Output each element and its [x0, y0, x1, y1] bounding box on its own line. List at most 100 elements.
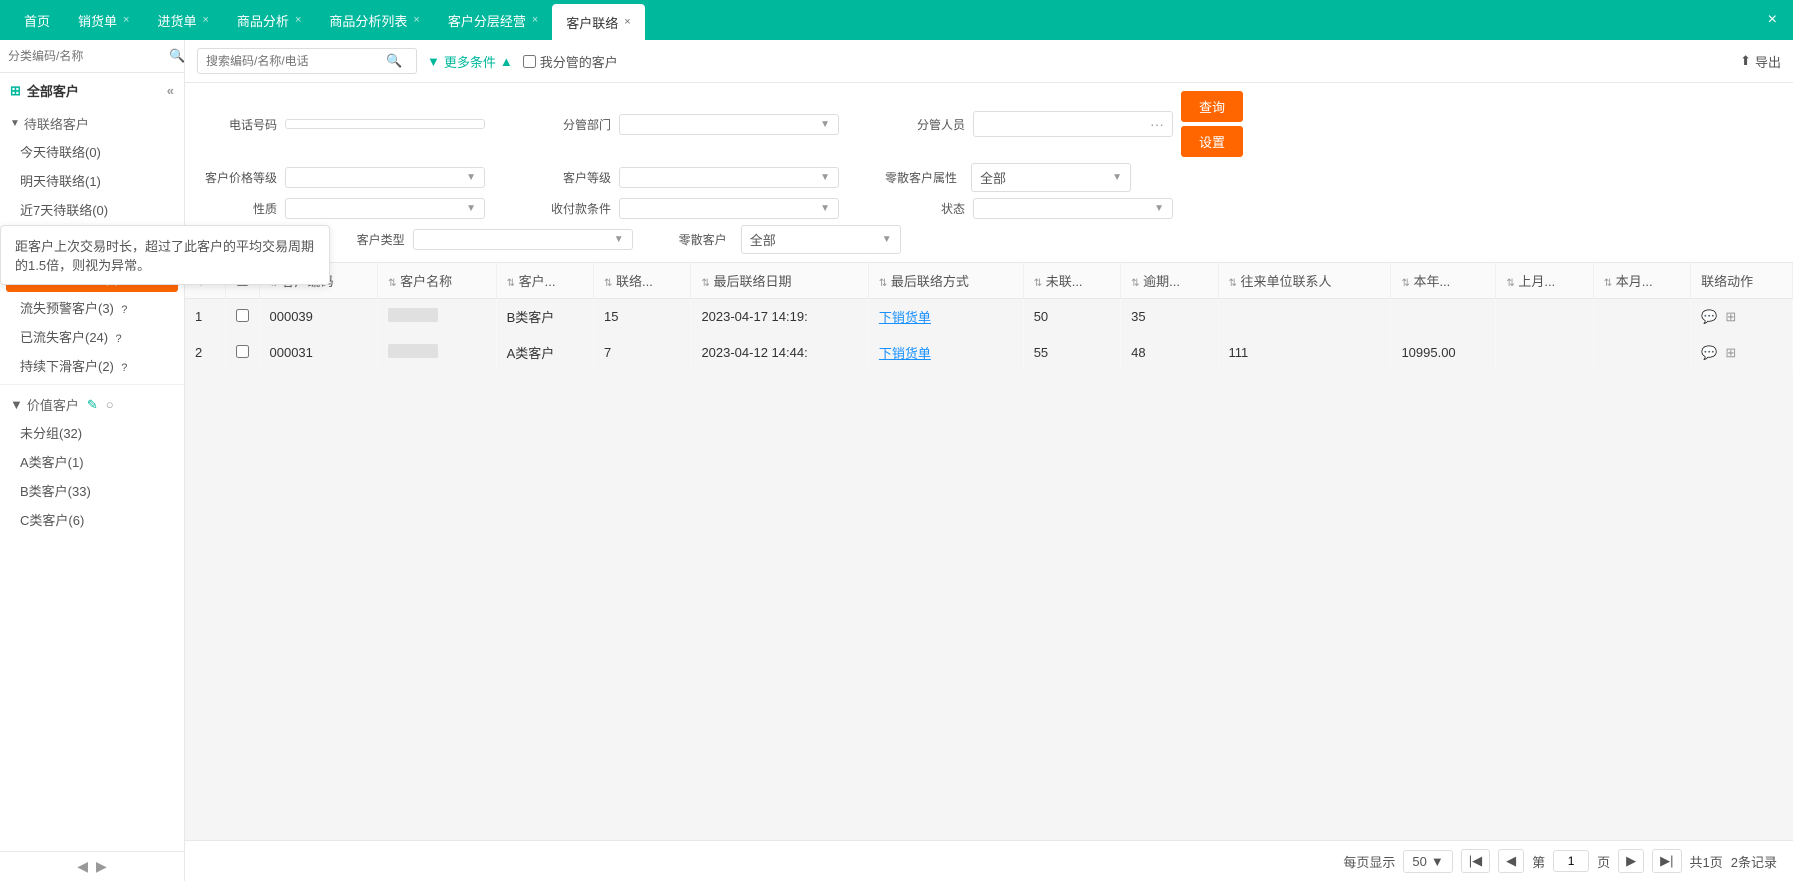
contact-icon[interactable]: 💬	[1701, 309, 1717, 325]
page-size-select[interactable]: 50 ▼	[1403, 850, 1452, 873]
ellipsis-icon[interactable]: ···	[1150, 116, 1164, 132]
pending-contact-group[interactable]: ▼ 待联络客户	[0, 108, 184, 137]
sidebar-item-today[interactable]: 今天待联络(0)	[0, 137, 184, 166]
sidebar-search-bar[interactable]: 🔍	[0, 40, 184, 73]
col-contact-person[interactable]: ⇅ 往来单位联系人	[1218, 263, 1391, 299]
sidebar-bottom-nav: ◀ ▶	[0, 851, 184, 881]
collapse-icon[interactable]: «	[167, 83, 174, 98]
retail-attr-select[interactable]: 全部 ▼	[971, 163, 1131, 192]
customer-grade-select[interactable]: ▼	[619, 167, 839, 188]
search-box[interactable]: 🔍	[197, 48, 417, 74]
search-icon[interactable]: 🔍	[169, 48, 185, 64]
contact-icon[interactable]: 💬	[1701, 345, 1717, 361]
sidebar-item-declining[interactable]: 持续下滑客户(2) ?	[0, 351, 184, 380]
cell-last-contact-method[interactable]: 下销货单	[868, 299, 1023, 335]
table-wrapper[interactable]: ⚙ ⇅ 客户编码 ⇅ 客户名称	[185, 263, 1793, 840]
last-page-button[interactable]: ▶|	[1652, 849, 1681, 873]
col-last-month[interactable]: ⇅ 上月...	[1496, 263, 1593, 299]
cell-index: 2	[185, 335, 225, 371]
price-grade-select[interactable]: ▼	[285, 167, 485, 188]
col-customer-name[interactable]: ⇅ 客户名称	[378, 263, 497, 299]
row-checkbox[interactable]	[236, 309, 249, 322]
query-button[interactable]: 查询	[1181, 91, 1243, 122]
cell-actions[interactable]: 💬 ⊞	[1691, 299, 1793, 335]
sidebar-item-c-class[interactable]: C类客户(6)	[0, 505, 184, 534]
tab-customer-layering[interactable]: 客户分层经营 ×	[434, 0, 552, 40]
sidebar-item-tomorrow[interactable]: 明天待联络(1)	[0, 166, 184, 195]
tab-product-analysis[interactable]: 商品分析 ×	[223, 0, 315, 40]
sort-icon10: ⇅	[1401, 278, 1409, 289]
cell-checkbox[interactable]	[225, 335, 259, 371]
chevron-down-icon: ▼	[1112, 172, 1122, 183]
first-page-button[interactable]: |◀	[1461, 849, 1490, 873]
all-customers-header[interactable]: ⊞ 全部客户 «	[0, 73, 184, 108]
dept-select[interactable]: ▼	[619, 114, 839, 135]
pagination-footer: 每页显示 50 ▼ |◀ ◀ 第 页 ▶ ▶| 共1页 2条记录	[185, 840, 1793, 881]
cell-checkbox[interactable]	[225, 299, 259, 335]
prev-page-button[interactable]: ◀	[1498, 849, 1524, 873]
page-number-input[interactable]	[1553, 850, 1589, 872]
more-action-icon[interactable]: ⊞	[1725, 345, 1736, 361]
close-icon[interactable]: ×	[123, 14, 129, 26]
table-row: 2 000031 A类客户 7 2023-04-12 14:44: 下销货单 5…	[185, 335, 1793, 371]
close-icon[interactable]: ×	[532, 14, 538, 26]
gender-select[interactable]: ▼	[285, 198, 485, 219]
phone-input[interactable]	[285, 119, 485, 129]
cell-this-month	[1593, 335, 1690, 371]
arrow-left-icon[interactable]: ◀	[77, 858, 88, 875]
col-customer-type[interactable]: ⇅ 客户...	[496, 263, 593, 299]
tab-purchase-order[interactable]: 进货单 ×	[143, 0, 222, 40]
sidebar-search-input[interactable]	[8, 49, 163, 63]
col-last-contact-method[interactable]: ⇅ 最后联络方式	[868, 263, 1023, 299]
retail-customer-select[interactable]: 全部 ▼	[741, 225, 901, 254]
close-icon[interactable]: ×	[624, 16, 630, 28]
cell-actions[interactable]: 💬 ⊞	[1691, 335, 1793, 371]
window-close-button[interactable]: ×	[1768, 11, 1777, 29]
more-action-icon[interactable]: ⊞	[1725, 309, 1736, 325]
row-checkbox[interactable]	[236, 345, 249, 358]
close-icon[interactable]: ×	[295, 14, 301, 26]
action-icons[interactable]: 💬 ⊞	[1701, 345, 1782, 361]
tab-product-analysis-list[interactable]: 商品分析列表 ×	[315, 0, 433, 40]
settings-button[interactable]: 设置	[1181, 126, 1243, 157]
col-overdue[interactable]: ⇅ 逾期...	[1121, 263, 1218, 299]
chevron-up-icon: ▲	[500, 54, 513, 69]
filter-icon: ▼	[427, 54, 440, 69]
close-icon[interactable]: ×	[413, 14, 419, 26]
filter-row-2: 客户价格等级 ▼ 客户等级 ▼ 零散客户属性 全部 ▼	[197, 163, 1781, 192]
edit-icon[interactable]: ✎	[87, 397, 98, 413]
action-icons[interactable]: 💬 ⊞	[1701, 309, 1782, 325]
arrow-right-icon[interactable]: ▶	[96, 858, 107, 875]
tab-customer-contact[interactable]: 客户联络 ×	[552, 4, 644, 40]
status-select[interactable]: ▼	[973, 198, 1173, 219]
cell-last-contact-method[interactable]: 下销货单	[868, 335, 1023, 371]
more-conditions-button[interactable]: ▼ 更多条件 ▲	[427, 52, 513, 71]
sidebar-item-already-lost[interactable]: 已流失客户(24) ?	[0, 322, 184, 351]
search-icon[interactable]: 🔍	[386, 53, 402, 69]
payment-select[interactable]: ▼	[619, 198, 839, 219]
sidebar-item-lost-preview[interactable]: 流失预警客户(3) ?	[0, 293, 184, 322]
col-not-contacted[interactable]: ⇅ 未联...	[1023, 263, 1120, 299]
next-page-button[interactable]: ▶	[1618, 849, 1644, 873]
search-input[interactable]	[206, 54, 386, 68]
sidebar-item-a-class[interactable]: A类客户(1)	[0, 447, 184, 476]
sidebar-item-7days[interactable]: 近7天待联络(0)	[0, 195, 184, 224]
close-icon[interactable]: ×	[202, 14, 208, 26]
circle-icon[interactable]: ○	[106, 397, 114, 412]
my-customer-checkbox[interactable]: 我分管的客户	[523, 52, 618, 71]
col-this-month[interactable]: ⇅ 本月...	[1593, 263, 1690, 299]
status-label: 状态	[885, 200, 965, 217]
col-this-year[interactable]: ⇅ 本年...	[1391, 263, 1496, 299]
sidebar-item-ungrouped[interactable]: 未分组(32)	[0, 418, 184, 447]
customer-type-select[interactable]: ▼	[413, 229, 633, 250]
tab-home[interactable]: 首页	[10, 0, 64, 40]
my-customer-check[interactable]	[523, 55, 536, 68]
person-select[interactable]: ···	[973, 111, 1173, 137]
table-header-row: ⚙ ⇅ 客户编码 ⇅ 客户名称	[185, 263, 1793, 299]
export-button[interactable]: ⬆ 导出	[1740, 52, 1781, 71]
sidebar-item-b-class[interactable]: B类客户(33)	[0, 476, 184, 505]
col-contact-count[interactable]: ⇅ 联络...	[594, 263, 691, 299]
col-last-contact-date[interactable]: ⇅ 最后联络日期	[691, 263, 868, 299]
arrow-down-icon2: ▼	[10, 397, 23, 412]
tab-sales-order[interactable]: 销货单 ×	[64, 0, 143, 40]
